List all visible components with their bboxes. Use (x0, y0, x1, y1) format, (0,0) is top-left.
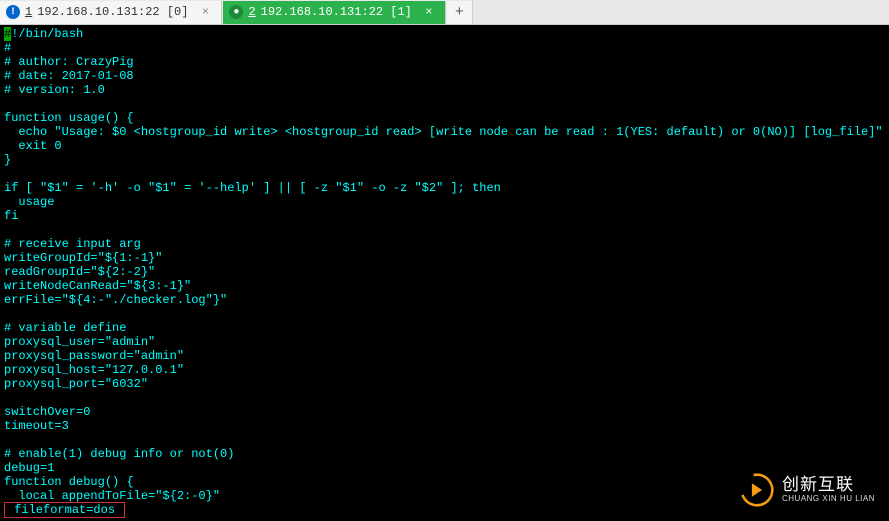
status-line: fileformat=dos (14, 503, 115, 517)
code-line: timeout=3 (4, 419, 69, 433)
code-line: # enable(1) debug info or not(0) (4, 447, 234, 461)
code-line: function debug() { (4, 475, 134, 489)
info-icon: ! (6, 5, 20, 19)
code-line: proxysql_host="127.0.0.1" (4, 363, 184, 377)
tab-1[interactable]: ! 1 192.168.10.131:22 [0] × (0, 1, 222, 24)
code-line: fi (4, 209, 18, 223)
tab-2[interactable]: ● 2 192.168.10.131:22 [1] × (223, 1, 445, 24)
code-line: if [ "$1" = '-h' -o "$1" = '--help' ] ||… (4, 181, 501, 195)
code-line: # receive input arg (4, 237, 141, 251)
shebang-rest: !/bin/bash (11, 27, 83, 41)
logo-icon (740, 473, 774, 507)
status-line-box: fileformat=dos (4, 502, 125, 518)
new-tab-button[interactable]: + (447, 1, 473, 24)
code-line: usage (4, 195, 54, 209)
watermark-zh: 创新互联 (782, 476, 875, 495)
tab-number: 1 (25, 5, 32, 19)
code-line: errFile="${4:-"./checker.log"}" (4, 293, 227, 307)
code-line: # version: 1.0 (4, 83, 105, 97)
code-line: echo "Usage: $0 <hostgroup_id write> <ho… (4, 125, 883, 139)
tab-number: 2 (248, 5, 255, 19)
close-icon[interactable]: × (199, 5, 211, 19)
tab-label: 192.168.10.131:22 [0] (37, 5, 188, 19)
code-line: writeNodeCanRead="${3:-1}" (4, 279, 191, 293)
code-line: readGroupId="${2:-2}" (4, 265, 155, 279)
code-line: debug=1 (4, 461, 54, 475)
watermark-text: 创新互联 CHUANG XIN HU LIAN (782, 476, 875, 503)
code-line: # author: CrazyPig (4, 55, 134, 69)
code-line: # (4, 41, 11, 55)
tab-bar: ! 1 192.168.10.131:22 [0] × ● 2 192.168.… (0, 0, 889, 25)
connected-icon: ● (229, 5, 243, 19)
code-line: proxysql_password="admin" (4, 349, 184, 363)
code-line: exit 0 (4, 139, 62, 153)
code-line: } (4, 153, 11, 167)
code-line: # date: 2017-01-08 (4, 69, 134, 83)
code-line: writeGroupId="${1:-1}" (4, 251, 162, 265)
terminal-pane[interactable]: #!/bin/bash # # author: CrazyPig # date:… (0, 25, 889, 521)
tab-label: 192.168.10.131:22 [1] (261, 5, 412, 19)
code-line: # variable define (4, 321, 126, 335)
code-line: local appendToFile="${2:-0}" (4, 489, 220, 503)
code-line: proxysql_port="6032" (4, 377, 148, 391)
code-line: function usage() { (4, 111, 134, 125)
code-line: switchOver=0 (4, 405, 90, 419)
close-icon[interactable]: × (423, 5, 435, 19)
watermark: 创新互联 CHUANG XIN HU LIAN (740, 473, 875, 507)
watermark-en: CHUANG XIN HU LIAN (782, 495, 875, 504)
code-line: proxysql_user="admin" (4, 335, 155, 349)
